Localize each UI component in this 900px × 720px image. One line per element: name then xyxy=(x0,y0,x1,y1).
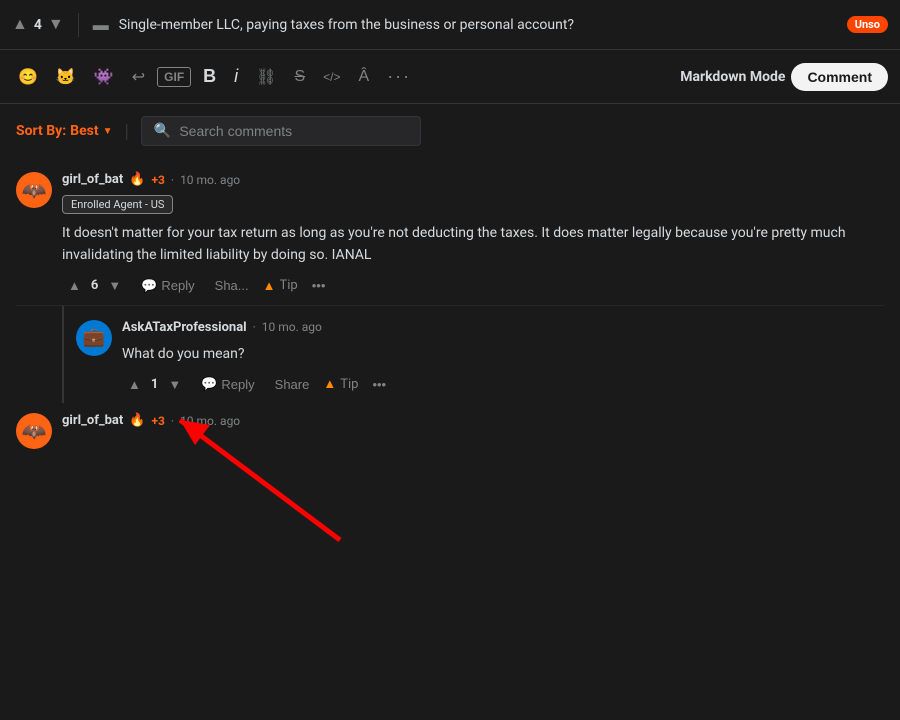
downvote-btn[interactable]: ▼ xyxy=(102,275,127,296)
sort-value: Best xyxy=(70,123,98,139)
vote-section: ▲ 6 ▼ xyxy=(62,275,127,296)
tip-btn[interactable]: ▲ Tip xyxy=(263,278,298,294)
karma-badge: +3 xyxy=(151,173,164,187)
avatar: 🦇 xyxy=(16,172,52,208)
comment-time: 10 mo. ago xyxy=(262,320,322,334)
post-title: Single-member LLC, paying taxes from the… xyxy=(119,17,837,33)
format-btn[interactable]: Â xyxy=(353,64,376,90)
more-toolbar-btn[interactable]: ··· xyxy=(381,62,417,91)
reply-btn[interactable]: 💬 Reply xyxy=(135,275,200,297)
divider xyxy=(78,13,79,37)
comment-username: girl_of_bat xyxy=(62,413,123,428)
comment-actions: ▲ 6 ▼ 💬 Reply Sha... ▲ Tip ••• xyxy=(62,275,884,297)
reply-comment-section: 💼 AskATaxProfessional · 10 mo. ago What … xyxy=(62,306,884,403)
post-vote-section: ▲ 4 ▼ xyxy=(12,16,64,34)
link-btn[interactable]: ⛓ xyxy=(250,63,282,91)
comment-username: girl_of_bat xyxy=(62,172,123,187)
italic-btn[interactable]: i xyxy=(228,62,244,91)
award-icon: 🔥 xyxy=(129,413,145,428)
reply-comment-item: 💼 AskATaxProfessional · 10 mo. ago What … xyxy=(76,306,884,403)
vote-count: 6 xyxy=(91,278,98,293)
editor-toolbar: 😊 🐱 👾 ↩ GIF B i ⛓ S </> Â ··· Markdown … xyxy=(0,50,900,104)
upvote-btn[interactable]: ▲ xyxy=(122,374,147,395)
comment-item: 🦇 girl_of_bat 🔥 +3 · 10 mo. ago Enrolled… xyxy=(16,158,884,306)
controls-divider: | xyxy=(124,121,128,142)
avatar: 💼 xyxy=(76,320,112,356)
chevron-down-icon: ▼ xyxy=(103,126,113,137)
comment-header: girl_of_bat 🔥 +3 · 10 mo. ago xyxy=(62,172,884,187)
controls-bar: Sort By: Best ▼ | 🔍 xyxy=(0,104,900,158)
strikethrough-btn[interactable]: S xyxy=(288,64,311,90)
top-bar: ▲ 4 ▼ ▬ Single-member LLC, paying taxes … xyxy=(0,0,900,50)
emoji-btn[interactable]: 😊 xyxy=(12,63,44,91)
comment-actions: ▲ 1 ▼ 💬 Reply Share ▲ Tip xyxy=(122,373,884,395)
more-btn[interactable]: ••• xyxy=(366,374,392,395)
sort-by-label: Sort By: xyxy=(16,123,66,139)
vote-count: 1 xyxy=(151,377,158,392)
dot-separator: · xyxy=(171,173,174,187)
search-icon: 🔍 xyxy=(154,123,171,139)
comment-body: girl_of_bat 🔥 +3 · 10 mo. ago xyxy=(62,413,884,449)
comment-text: It doesn't matter for your tax return as… xyxy=(62,222,884,267)
dot-separator: · xyxy=(253,320,256,334)
upvote-btn[interactable]: ▲ xyxy=(62,275,87,296)
comment-submit-btn[interactable]: Comment xyxy=(791,63,888,91)
comment-username: AskATaxProfessional xyxy=(122,320,247,335)
reddit-face-btn[interactable]: 🐱 xyxy=(50,63,82,91)
comment-body: girl_of_bat 🔥 +3 · 10 mo. ago Enrolled A… xyxy=(62,172,884,297)
alien-btn[interactable]: 👾 xyxy=(88,63,120,91)
undo-btn[interactable]: ↩ xyxy=(126,63,151,91)
comment-body: AskATaxProfessional · 10 mo. ago What do… xyxy=(122,320,884,395)
dot-separator: · xyxy=(171,414,174,428)
comment-text: What do you mean? xyxy=(122,343,884,365)
post-flair: Unso xyxy=(847,16,888,33)
gif-btn[interactable]: GIF xyxy=(157,67,191,87)
third-comment-item: 🦇 girl_of_bat 🔥 +3 · 10 mo. ago xyxy=(16,403,884,457)
comments-section: 🦇 girl_of_bat 🔥 +3 · 10 mo. ago Enrolled… xyxy=(0,158,900,720)
reply-btn[interactable]: 💬 Reply xyxy=(195,373,260,395)
share-btn[interactable]: Sha... xyxy=(209,275,255,296)
comment-time: 10 mo. ago xyxy=(180,414,240,428)
avatar: 🦇 xyxy=(16,413,52,449)
comment-header: girl_of_bat 🔥 +3 · 10 mo. ago xyxy=(62,413,884,428)
downvote-btn[interactable]: ▼ xyxy=(162,374,187,395)
comment-time: 10 mo. ago xyxy=(180,173,240,187)
vote-section: ▲ 1 ▼ xyxy=(122,374,187,395)
tip-icon: ▲ xyxy=(323,376,336,392)
award-icon: 🔥 xyxy=(129,172,145,187)
flair-badge: Enrolled Agent - US xyxy=(62,195,173,214)
share-btn[interactable]: Share xyxy=(269,374,316,395)
reply-icon: 💬 xyxy=(201,376,217,392)
search-input[interactable] xyxy=(179,123,408,139)
tip-icon: ▲ xyxy=(263,278,276,294)
flair-badge-container: Enrolled Agent - US xyxy=(62,191,884,214)
post-upvote-btn[interactable]: ▲ xyxy=(12,16,28,34)
post-type-icon: ▬ xyxy=(93,15,109,35)
sort-by-dropdown[interactable]: Sort By: Best ▼ xyxy=(16,123,112,139)
bold-btn[interactable]: B xyxy=(197,62,222,91)
search-box: 🔍 xyxy=(141,116,421,146)
code-btn[interactable]: </> xyxy=(317,66,346,88)
markdown-mode-label: Markdown Mode xyxy=(680,69,785,85)
karma-badge: +3 xyxy=(151,414,164,428)
comment-header: AskATaxProfessional · 10 mo. ago xyxy=(122,320,884,335)
more-btn[interactable]: ••• xyxy=(306,275,332,296)
post-downvote-btn[interactable]: ▼ xyxy=(48,16,64,34)
reply-icon: 💬 xyxy=(141,278,157,294)
post-vote-count: 4 xyxy=(34,17,42,33)
tip-btn[interactable]: ▲ Tip xyxy=(323,376,358,392)
